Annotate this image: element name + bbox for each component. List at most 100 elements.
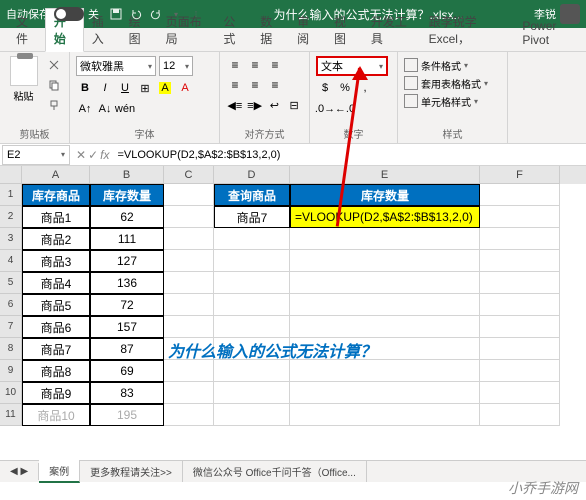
paste-button[interactable]: 粘贴	[6, 56, 41, 124]
sheet-tab[interactable]: 更多教程请关注>>	[80, 461, 183, 482]
cell[interactable]	[164, 184, 214, 206]
cell[interactable]	[290, 404, 480, 426]
copy-icon[interactable]	[45, 76, 63, 94]
cell[interactable]	[164, 316, 214, 338]
row-header[interactable]: 1	[0, 184, 22, 206]
cell[interactable]	[290, 382, 480, 404]
cell[interactable]: 157	[90, 316, 164, 338]
table-format-button[interactable]: 套用表格格式▾	[404, 74, 501, 92]
cell[interactable]: 查询商品	[214, 184, 290, 206]
row-header[interactable]: 9	[0, 360, 22, 382]
redo-icon[interactable]	[149, 7, 163, 21]
save-icon[interactable]	[109, 7, 123, 21]
percent-icon[interactable]: %	[336, 79, 354, 97]
cell[interactable]	[480, 316, 560, 338]
row-header[interactable]: 5	[0, 272, 22, 294]
cell[interactable]	[214, 360, 290, 382]
cell[interactable]: 83	[90, 382, 164, 404]
font-color-button[interactable]: A	[176, 79, 194, 97]
cell[interactable]	[480, 360, 560, 382]
qat-customize-icon[interactable]: ⁞	[189, 7, 203, 21]
cell-selected[interactable]: =VLOOKUP(D2,$A$2:$B$13,2,0)	[290, 206, 480, 228]
cell[interactable]: 商品5	[22, 294, 90, 316]
col-header[interactable]: C	[164, 166, 214, 184]
cell[interactable]	[480, 382, 560, 404]
undo-icon[interactable]	[129, 7, 143, 21]
formula-input[interactable]: =VLOOKUP(D2,$A$2:$B$13,2,0)	[113, 149, 586, 161]
cell[interactable]	[164, 228, 214, 250]
cell[interactable]: 商品3	[22, 250, 90, 272]
tab-file[interactable]: 文件	[8, 9, 45, 51]
cell[interactable]	[164, 272, 214, 294]
tab-layout[interactable]: 页面布局	[158, 9, 216, 51]
col-header[interactable]: E	[290, 166, 480, 184]
phonetic-icon[interactable]: wén	[116, 100, 134, 118]
row-header[interactable]: 10	[0, 382, 22, 404]
row-header[interactable]: 7	[0, 316, 22, 338]
underline-button[interactable]: U	[116, 79, 134, 97]
cell[interactable]: 111	[90, 228, 164, 250]
cell[interactable]	[480, 404, 560, 426]
col-header[interactable]: A	[22, 166, 90, 184]
align-top-icon[interactable]: ≡	[226, 56, 244, 74]
tab-custom[interactable]: 跟李锐学Excel，	[421, 9, 515, 51]
decrease-font-icon[interactable]: A↓	[96, 100, 114, 118]
row-header[interactable]: 2	[0, 206, 22, 228]
cell[interactable]	[290, 250, 480, 272]
tab-pivot[interactable]: Power Pivot	[514, 15, 586, 51]
merge-icon[interactable]: ⊟	[285, 96, 303, 114]
cell[interactable]: 商品8	[22, 360, 90, 382]
align-left-icon[interactable]: ≡	[226, 76, 244, 94]
italic-button[interactable]: I	[96, 79, 114, 97]
cell[interactable]	[214, 272, 290, 294]
cell[interactable]	[214, 294, 290, 316]
comma-icon[interactable]: ,	[356, 79, 374, 97]
cell[interactable]	[164, 382, 214, 404]
format-painter-icon[interactable]	[45, 96, 63, 114]
row-header[interactable]: 3	[0, 228, 22, 250]
cell[interactable]: 195	[90, 404, 164, 426]
accept-formula-icon[interactable]: ✓	[88, 148, 98, 162]
col-header[interactable]: D	[214, 166, 290, 184]
cell[interactable]: 72	[90, 294, 164, 316]
increase-indent-icon[interactable]: ≡▶	[246, 96, 264, 114]
cell[interactable]	[164, 360, 214, 382]
cells-area[interactable]: 库存商品 库存数量 查询商品 库存数量 商品1 62 商品7 =VLOOKUP(…	[22, 184, 586, 426]
select-all-button[interactable]	[0, 166, 22, 184]
cell[interactable]: 库存商品	[22, 184, 90, 206]
cell[interactable]	[290, 294, 480, 316]
cell[interactable]: 69	[90, 360, 164, 382]
cell-style-button[interactable]: 单元格样式▾	[404, 92, 501, 110]
bold-button[interactable]: B	[76, 79, 94, 97]
cell[interactable]	[290, 228, 480, 250]
cell[interactable]: 商品7	[214, 206, 290, 228]
cell[interactable]	[214, 382, 290, 404]
cell[interactable]: 62	[90, 206, 164, 228]
qat-more-icon[interactable]: ▾	[169, 7, 183, 21]
align-center-icon[interactable]: ≡	[246, 76, 264, 94]
cell[interactable]	[164, 250, 214, 272]
cell[interactable]: 商品10	[22, 404, 90, 426]
cell[interactable]	[290, 360, 480, 382]
align-bottom-icon[interactable]: ≡	[266, 56, 284, 74]
col-header[interactable]: B	[90, 166, 164, 184]
col-header[interactable]: F	[480, 166, 560, 184]
cell[interactable]: 136	[90, 272, 164, 294]
decrease-decimal-icon[interactable]: ←.0	[336, 100, 354, 118]
cell[interactable]	[164, 294, 214, 316]
cell[interactable]	[214, 316, 290, 338]
decrease-indent-icon[interactable]: ◀≡	[226, 96, 244, 114]
font-name-select[interactable]: 微软雅黑▾	[76, 56, 156, 76]
currency-icon[interactable]: $	[316, 79, 334, 97]
tab-data[interactable]: 数据	[252, 9, 289, 51]
cell[interactable]	[214, 404, 290, 426]
row-header[interactable]: 11	[0, 404, 22, 426]
cell[interactable]	[164, 206, 214, 228]
sheet-tab[interactable]: 微信公众号 Office千问千答（Office...	[183, 461, 367, 482]
sheet-tab[interactable]: 案例	[39, 460, 80, 483]
cut-icon[interactable]	[45, 56, 63, 74]
cell[interactable]: 商品1	[22, 206, 90, 228]
font-size-select[interactable]: 12▾	[159, 56, 193, 76]
row-header[interactable]: 6	[0, 294, 22, 316]
align-right-icon[interactable]: ≡	[266, 76, 284, 94]
